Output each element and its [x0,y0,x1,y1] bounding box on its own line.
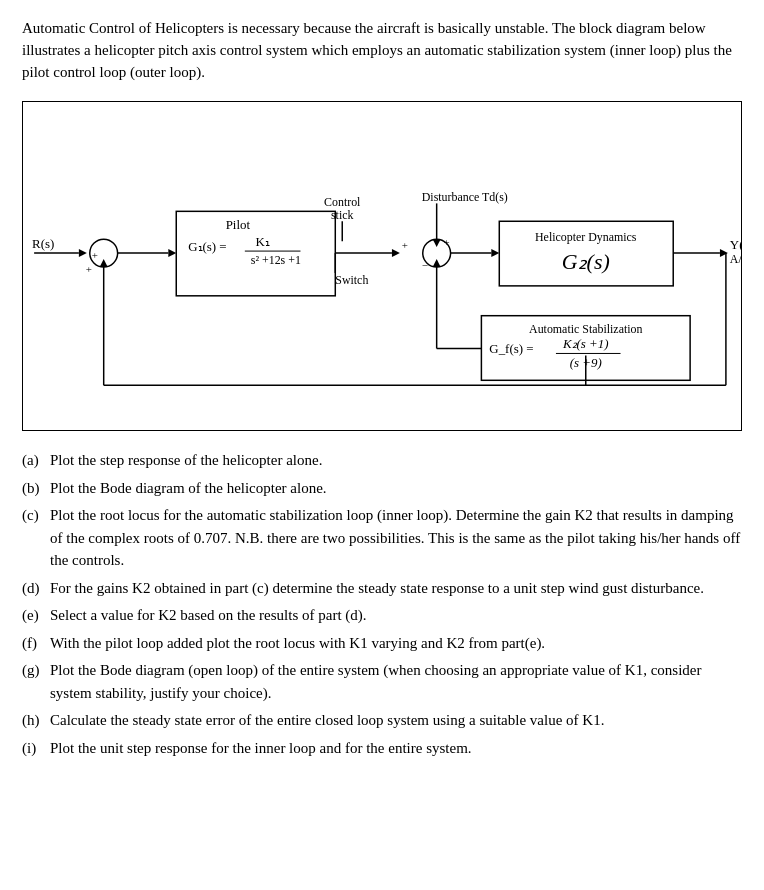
question-a-label: (a) [22,449,50,472]
question-e: (e) Select a value for K2 based on the r… [22,604,742,627]
question-b-text: Plot the Bode diagram of the helicopter … [50,477,742,500]
question-a-text: Plot the step response of the helicopter… [50,449,742,472]
question-d: (d) For the gains K2 obtained in part (c… [22,577,742,600]
question-c: (c) Plot the root locus for the automati… [22,504,742,572]
question-d-text: For the gains K2 obtained in part (c) de… [50,577,742,600]
svg-text:K₂(s +1): K₂(s +1) [562,337,609,352]
svg-marker-25 [720,249,728,257]
question-g-label: (g) [22,659,50,682]
switch-label: Switch [335,273,368,287]
svg-marker-29 [100,259,108,267]
y-label: Y(s) [730,237,741,252]
question-e-text: Select a value for K2 based on the resul… [50,604,742,627]
svg-marker-1 [79,249,87,257]
question-i-text: Plot the unit step response for the inne… [50,737,742,760]
question-f-text: With the pilot loop added plot the root … [50,632,742,655]
question-i-label: (i) [22,737,50,760]
heli-dynamics-label: Helicopter Dynamics [535,230,637,244]
svg-marker-17 [433,239,441,247]
intro-paragraph: Automatic Control of Helicopters is nece… [22,18,742,83]
gf-formula: G_f(s) = [489,342,533,357]
svg-text:−: − [422,259,428,271]
auto-stab-label: Automatic Stabilization [529,322,642,336]
control-stick-label: Control [324,196,361,210]
question-h-text: Calculate the steady state error of the … [50,709,742,732]
disturbance-label: Disturbance Td(s) [422,191,508,205]
svg-marker-6 [168,249,176,257]
question-c-label: (c) [22,504,50,527]
svg-marker-37 [433,259,441,267]
question-b: (b) Plot the Bode diagram of the helicop… [22,477,742,500]
svg-text:K₁: K₁ [256,234,270,249]
pilot-label: Pilot [226,217,251,232]
g2-label: G₂(s) [562,250,610,274]
question-g-text: Plot the Bode diagram (open loop) of the… [50,659,742,704]
svg-text:+: + [92,249,98,261]
question-c-text: Plot the root locus for the automatic st… [50,504,742,572]
svg-marker-22 [491,249,499,257]
question-f-label: (f) [22,632,50,655]
question-e-label: (e) [22,604,50,627]
svg-text:s² +12s +1: s² +12s +1 [251,253,301,267]
question-g: (g) Plot the Bode diagram (open loop) of… [22,659,742,704]
question-h: (h) Calculate the steady state error of … [22,709,742,732]
question-f: (f) With the pilot loop added plot the r… [22,632,742,655]
svg-marker-14 [392,249,400,257]
questions-list: (a) Plot the step response of the helico… [22,449,742,759]
question-a: (a) Plot the step response of the helico… [22,449,742,472]
g1-formula: G₁(s) = [188,239,226,254]
svg-text:(s +9): (s +9) [570,356,602,371]
r-label: R(s) [32,236,54,251]
svg-text:+: + [86,263,92,275]
ac-pitch-label: A/C Pitch [730,252,741,266]
block-diagram: R(s) + + Pilot G₁(s) = K₁ s² +12s +1 Con… [22,101,742,431]
question-i: (i) Plot the unit step response for the … [22,737,742,760]
svg-text:stick: stick [331,209,354,223]
question-h-label: (h) [22,709,50,732]
svg-text:+: + [402,239,408,251]
question-d-label: (d) [22,577,50,600]
question-b-label: (b) [22,477,50,500]
